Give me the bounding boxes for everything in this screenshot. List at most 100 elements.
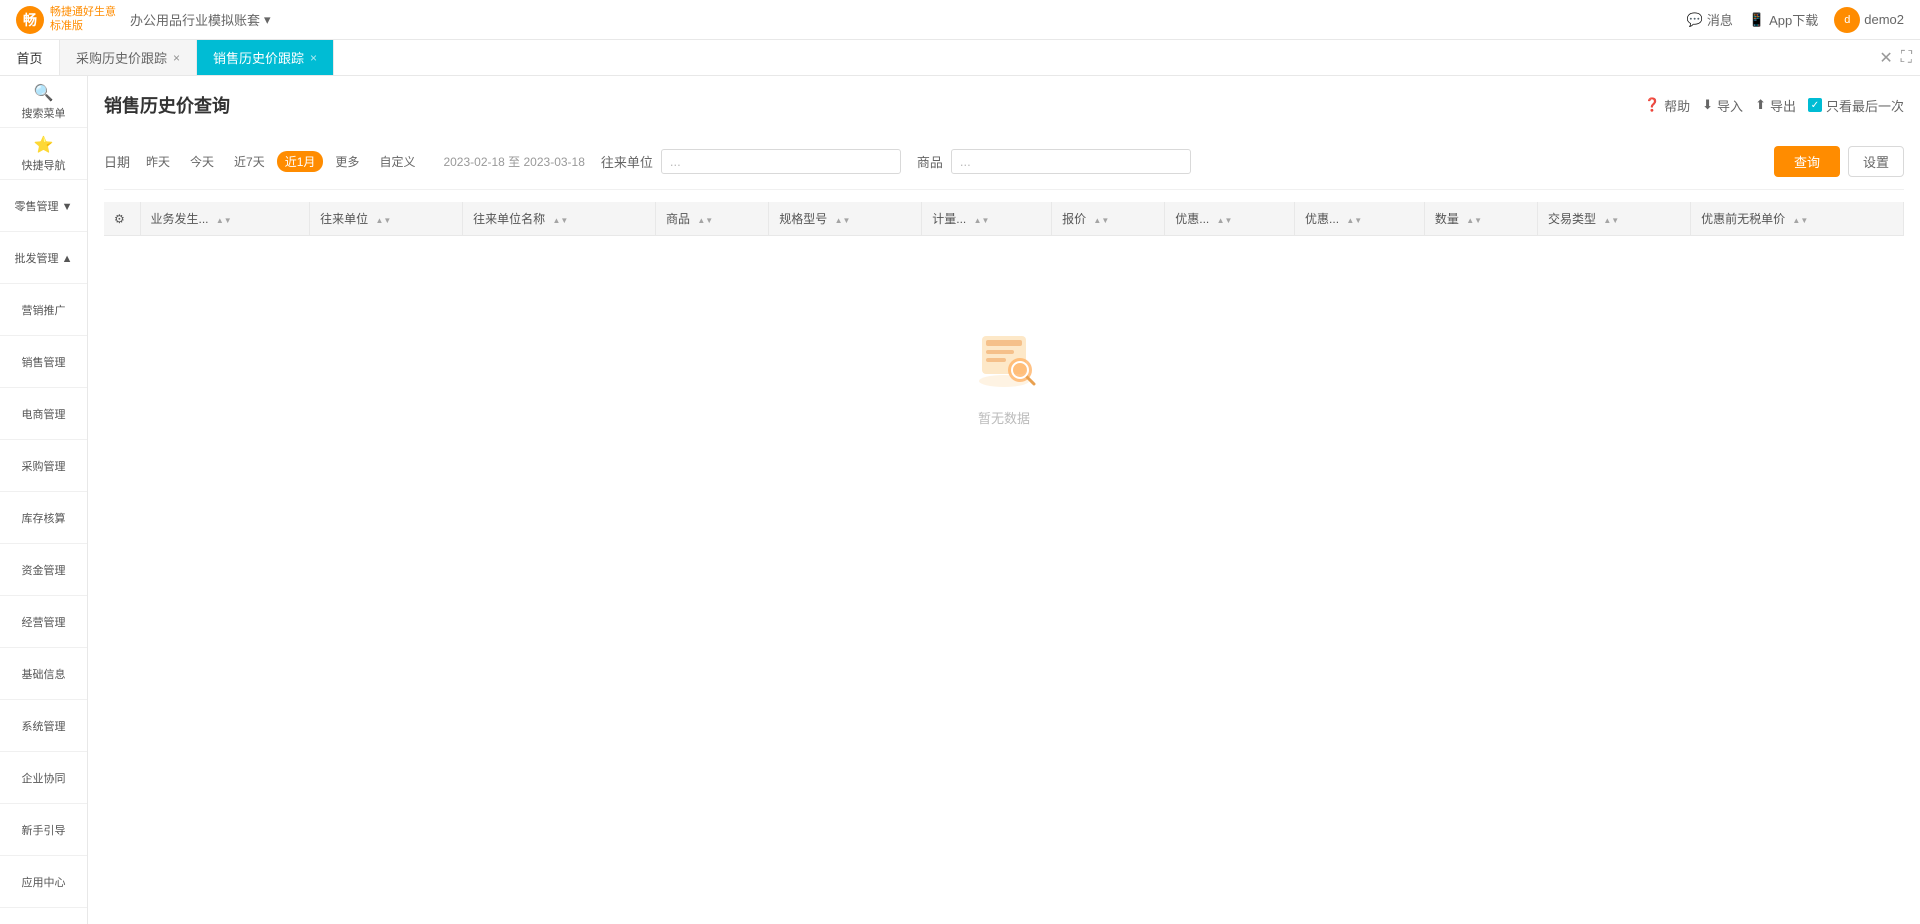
date-btn-last1m[interactable]: 近1月 [277,151,324,172]
table-header-row: ⚙ 业务发生... ▲▼ 往来单位 ▲▼ 往来单位名称 ▲▼ 商品 ▲▼ 规格型… [104,202,1904,236]
sidebar-item-wholesale-mgmt[interactable]: 批发管理 ▲ [0,232,87,284]
sidebar-item-ecom-mgmt[interactable]: 电商管理 [0,388,87,440]
sort-icon: ▲▼ [553,216,569,225]
message-icon: 💬 [1687,12,1703,28]
logo-text: 畅捷通好生意 标准版 [50,6,116,32]
th-discount1[interactable]: 优惠... ▲▼ [1165,202,1295,236]
sort-icon: ▲▼ [1466,216,1482,225]
help-button[interactable]: ❓ 帮助 [1644,96,1690,115]
maximize-button[interactable]: ⛶ [1901,49,1912,67]
date-btn-last7[interactable]: 近7天 [226,151,273,172]
sidebar-item-quick-nav[interactable]: ⭐ 快捷导航 [0,128,87,180]
th-trade-type[interactable]: 交易类型 ▲▼ [1538,202,1691,236]
sidebar-item-retail-mgmt[interactable]: 零售管理 ▼ [0,180,87,232]
date-btn-custom[interactable]: 自定义 [371,151,423,172]
topbar: 畅 畅捷通好生意 标准版 办公用品行业模拟账套 ▾ 💬 消息 📱 App下载 d… [0,0,1920,40]
partner-input-placeholder: ... [670,154,681,169]
sort-icon: ▲▼ [216,216,232,225]
user-menu[interactable]: d demo2 [1834,7,1904,33]
sidebar-item-system-mgmt[interactable]: 系统管理 [0,700,87,752]
main-layout: 🔍 搜索菜单 ⭐ 快捷导航 零售管理 ▼ 批发管理 ▲ 营销推广 销售管理 电商… [0,76,1920,924]
star-icon: ⭐ [34,135,54,155]
sort-icon: ▲▼ [1093,216,1109,225]
goods-input-placeholder: ... [960,154,971,169]
sidebar-item-inventory[interactable]: 库存核算 [0,492,87,544]
help-icon: ❓ [1644,97,1660,113]
page-header: 销售历史价查询 ❓ 帮助 ⬇ 导入 ⬆ 导出 ✓ [104,92,1904,118]
empty-illustration [964,316,1044,396]
th-settings[interactable]: ⚙ [104,202,140,236]
settings-button[interactable]: 设置 [1848,146,1904,177]
th-qty[interactable]: 数量 ▲▼ [1424,202,1537,236]
empty-text: 暂无数据 [978,408,1030,427]
close-all-tabs-button[interactable]: ✕ [1879,48,1892,68]
goods-label: 商品 [917,152,943,171]
th-unit[interactable]: 计量... ▲▼ [922,202,1052,236]
tab-sales-history-label: 销售历史价跟踪 [213,48,304,67]
page-actions: ❓ 帮助 ⬇ 导入 ⬆ 导出 ✓ 只看最后一次 [1644,96,1904,115]
query-button[interactable]: 查询 [1774,146,1840,177]
sort-icon: ▲▼ [1217,216,1233,225]
sidebar-item-finance[interactable]: 资金管理 [0,544,87,596]
date-btn-today[interactable]: 今天 [182,151,222,172]
th-discount2[interactable]: 优惠... ▲▼ [1295,202,1425,236]
data-table: ⚙ 业务发生... ▲▼ 往来单位 ▲▼ 往来单位名称 ▲▼ 商品 ▲▼ 规格型… [104,202,1904,236]
app-download-button[interactable]: 📱 App下载 [1749,10,1818,29]
workspace-selector[interactable]: 办公用品行业模拟账套 ▾ [124,8,277,31]
sidebar-item-search-menu[interactable]: 🔍 搜索菜单 [0,76,87,128]
workspace-label: 办公用品行业模拟账套 [130,10,260,29]
sort-icon: ▲▼ [1603,216,1619,225]
date-range-group: 2023-02-18 至 2023-03-18 [439,153,584,170]
th-biz-date[interactable]: 业务发生... ▲▼ [140,202,310,236]
sort-icon: ▲▼ [974,216,990,225]
sidebar-item-sales-mgmt[interactable]: 销售管理 [0,336,87,388]
sort-icon: ▲▼ [1346,216,1362,225]
sidebar-item-app-center[interactable]: 应用中心 [0,856,87,908]
th-partner-code[interactable]: 往来单位 ▲▼ [310,202,463,236]
date-btn-yesterday[interactable]: 昨天 [138,151,178,172]
goods-filter-group: 商品 ... [917,149,1191,174]
date-buttons: 昨天 今天 近7天 近1月 更多 自定义 [138,151,423,172]
date-filter-group: 日期 昨天 今天 近7天 近1月 更多 自定义 [104,151,423,172]
table-wrapper: ⚙ 业务发生... ▲▼ 往来单位 ▲▼ 往来单位名称 ▲▼ 商品 ▲▼ 规格型… [104,202,1904,908]
th-spec[interactable]: 规格型号 ▲▼ [769,202,922,236]
goods-input[interactable]: ... [951,149,1191,174]
logo-area: 畅 畅捷通好生意 标准版 [16,6,116,34]
sort-icon: ▲▼ [835,216,851,225]
date-btn-more[interactable]: 更多 [327,151,367,172]
sidebar-item-enterprise[interactable]: 企业协同 [0,752,87,804]
tab-sales-history[interactable]: 销售历史价跟踪 × [197,40,334,75]
sidebar-item-guide[interactable]: 新手引导 [0,804,87,856]
message-button[interactable]: 💬 消息 [1687,10,1733,29]
th-partner-name[interactable]: 往来单位名称 ▲▼ [463,202,656,236]
filter-bar: 日期 昨天 今天 近7天 近1月 更多 自定义 2023-02-18 至 202… [104,134,1904,190]
th-pre-tax[interactable]: 优惠前无税单价 ▲▼ [1691,202,1904,236]
export-icon: ⬆ [1755,97,1766,113]
content-area: 销售历史价查询 ❓ 帮助 ⬇ 导入 ⬆ 导出 ✓ [88,76,1920,924]
tab-home[interactable]: 首页 [0,40,60,75]
import-button[interactable]: ⬇ 导入 [1702,96,1743,115]
sidebar-item-purchase-mgmt[interactable]: 采购管理 [0,440,87,492]
sidebar-item-marketing[interactable]: 营销推广 [0,284,87,336]
topbar-right: 💬 消息 📱 App下载 d demo2 [1687,7,1904,33]
avatar: d [1834,7,1860,33]
partner-label: 往来单位 [601,152,653,171]
sidebar: 🔍 搜索菜单 ⭐ 快捷导航 零售管理 ▼ 批发管理 ▲ 营销推广 销售管理 电商… [0,76,88,924]
tab-purchase-history-close[interactable]: × [173,51,180,65]
sidebar-item-basic-info[interactable]: 基础信息 [0,648,87,700]
th-goods[interactable]: 商品 ▲▼ [656,202,769,236]
sidebar-item-wechat[interactable]: 企业微信 [0,908,87,924]
tab-home-label: 首页 [16,48,42,67]
tabbar: 首页 采购历史价跟踪 × 销售历史价跟踪 × ✕ ⛶ [0,40,1920,76]
tab-purchase-history-label: 采购历史价跟踪 [76,48,167,67]
tab-sales-history-close[interactable]: × [310,51,317,65]
tab-purchase-history[interactable]: 采购历史价跟踪 × [60,40,197,75]
only-last-checkbox[interactable]: ✓ 只看最后一次 [1808,96,1904,115]
workspace-chevron-icon: ▾ [264,12,271,28]
sidebar-item-operations[interactable]: 经营管理 [0,596,87,648]
sort-icon: ▲▼ [375,216,391,225]
partner-input[interactable]: ... [661,149,901,174]
import-icon: ⬇ [1702,97,1713,113]
export-button[interactable]: ⬆ 导出 [1755,96,1796,115]
th-quote[interactable]: 报价 ▲▼ [1052,202,1165,236]
